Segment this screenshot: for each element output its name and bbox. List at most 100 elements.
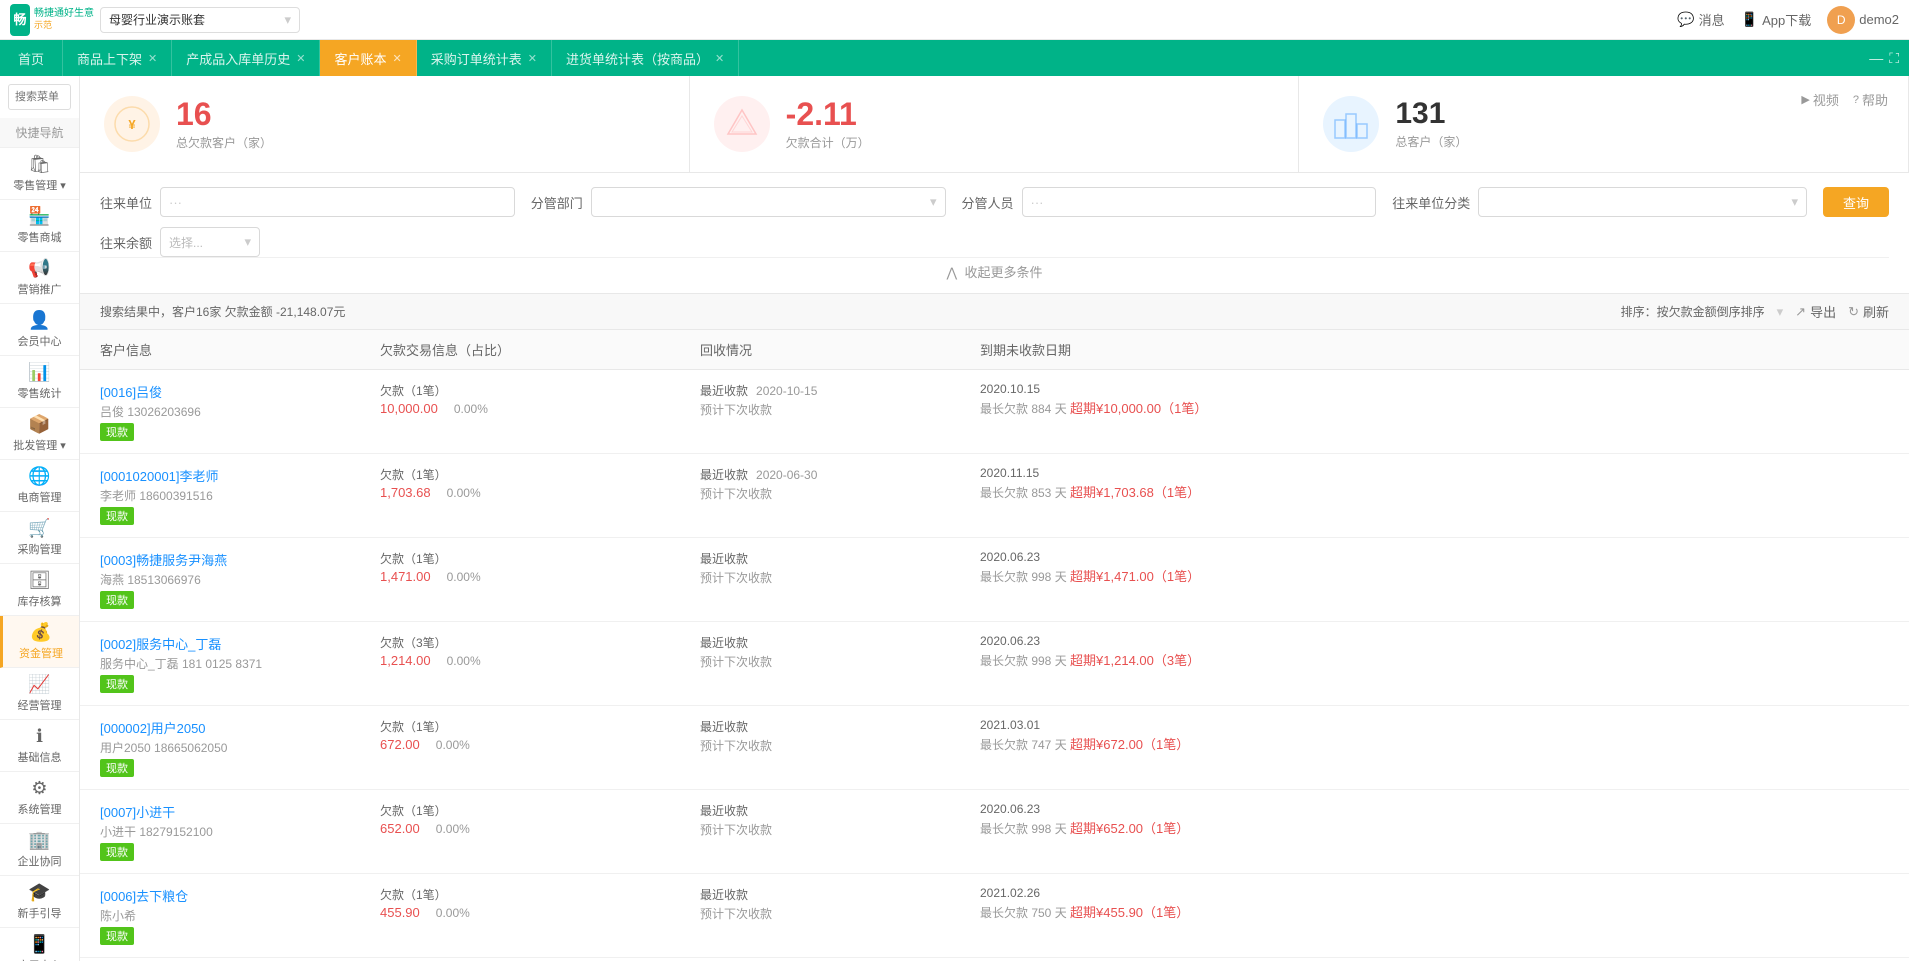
- maximize-icon[interactable]: ⛶: [1889, 50, 1899, 67]
- sidebar-item-enterprise[interactable]: 🏢 企业协同: [0, 824, 79, 876]
- close-tab-customer[interactable]: ✕: [393, 52, 402, 65]
- overdue-link-1[interactable]: 超期¥1,703.68（1笔）: [1070, 485, 1200, 500]
- close-tab-production[interactable]: ✕: [296, 52, 305, 65]
- stat-icon-3: [1323, 96, 1379, 152]
- overdue-link-4[interactable]: 超期¥672.00（1笔）: [1070, 737, 1189, 752]
- overdue-link-3[interactable]: 超期¥1,214.00（3笔）: [1070, 653, 1200, 668]
- dept-select[interactable]: [591, 187, 946, 217]
- sidebar-item-finance[interactable]: 💰 资金管理: [0, 616, 79, 668]
- help-link[interactable]: ? 帮助: [1853, 90, 1888, 109]
- balance-chevron: [244, 234, 251, 250]
- tab-production[interactable]: 产成品入库单历史 ✕: [172, 40, 320, 76]
- search-input[interactable]: [8, 84, 71, 110]
- from-unit-filter: 往来单位 ···: [100, 187, 515, 217]
- video-link[interactable]: ▶ 视频: [1801, 90, 1838, 109]
- sidebar-item-purchase[interactable]: 🛒 采购管理: [0, 512, 79, 564]
- results-bar: 搜索结果中，客户16家 欠款金额 -21,148.07元 排序：按欠款金额倒序排…: [80, 294, 1909, 330]
- tab-customer-account[interactable]: 客户账本 ✕: [320, 40, 416, 76]
- sidebar-item-inventory[interactable]: 🗄 库存核算: [0, 564, 79, 616]
- dept-label: 分管部门: [531, 193, 583, 212]
- client-phone-1: 李老师 18600391516: [100, 487, 380, 504]
- table-header: 客户信息 欠款交易信息（占比） 回收情况 到期未收款日期: [80, 330, 1909, 370]
- client-tag-6: 现款: [100, 927, 134, 945]
- client-name-link-5[interactable]: [0007]小进干: [100, 805, 175, 820]
- client-name-link-3[interactable]: [0002]服务中心_丁磊: [100, 637, 221, 652]
- sidebar-item-basic-info[interactable]: ℹ 基础信息: [0, 720, 79, 772]
- avatar: D: [1827, 6, 1855, 34]
- recovery-info-0: 最近收款 2020-10-15 预计下次收款: [700, 382, 980, 418]
- table-row: [0002]服务中心_丁磊 服务中心_丁磊 181 0125 8371 现款 欠…: [80, 622, 1909, 706]
- sidebar-item-system[interactable]: ⚙ 系统管理: [0, 772, 79, 824]
- overdue-link-2[interactable]: 超期¥1,471.00（1笔）: [1070, 569, 1200, 584]
- refresh-btn[interactable]: ↻ 刷新: [1848, 302, 1889, 321]
- close-tab-purchase[interactable]: ✕: [528, 52, 537, 65]
- ecommerce-icon: 🌐: [28, 466, 50, 487]
- batch-mgmt-icon: 📦: [28, 414, 50, 435]
- sidebar-item-batch-mgmt[interactable]: 📦 批发管理 ▾: [0, 408, 79, 460]
- debt-amount-1: 1,703.68: [380, 485, 431, 500]
- client-tag-2: 现款: [100, 591, 134, 609]
- results-actions: 排序：按欠款金额倒序排序 ↗ 导出 ↻ 刷新: [1621, 302, 1889, 321]
- client-name-link-2[interactable]: [0003]畅捷服务尹海燕: [100, 553, 227, 568]
- client-phone-4: 用户2050 18665062050: [100, 739, 380, 756]
- stat-label-1: 总欠款客户（家）: [176, 134, 272, 151]
- overdue-link-0[interactable]: 超期¥10,000.00（1笔）: [1070, 401, 1207, 416]
- app-download-btn[interactable]: 📱 App下载: [1741, 10, 1812, 29]
- stat-body-1: 16 总欠款客户（家）: [176, 98, 272, 151]
- sidebar-item-retail-store[interactable]: 🏪 零售商城: [0, 200, 79, 252]
- minimize-icon[interactable]: —: [1869, 50, 1883, 66]
- sidebar-item-ops[interactable]: 📈 经营管理: [0, 668, 79, 720]
- basic-info-icon: ℹ: [36, 726, 43, 747]
- search-button[interactable]: 查询: [1823, 187, 1889, 217]
- header-recovery: 回收情况: [700, 340, 980, 359]
- close-tab-goods-stats[interactable]: ✕: [715, 52, 724, 65]
- from-unit-input[interactable]: ···: [160, 187, 515, 217]
- client-name-link-1[interactable]: [0001020001]李老师: [100, 469, 219, 484]
- overdue-link-6[interactable]: 超期¥455.90（1笔）: [1070, 905, 1189, 920]
- sidebar-item-retail-stats[interactable]: 📊 零售统计: [0, 356, 79, 408]
- sidebar-item-ecommerce[interactable]: 🌐 电商管理: [0, 460, 79, 512]
- sidebar-item-app-center[interactable]: 📱 应用中心: [0, 928, 79, 961]
- overdue-link-5[interactable]: 超期¥652.00（1笔）: [1070, 821, 1189, 836]
- header-debt: 欠款交易信息（占比）: [380, 340, 700, 359]
- client-phone-0: 吕俊 13026203696: [100, 403, 380, 420]
- due-info-0: 2020.10.15 最长欠款 884 天 超期¥10,000.00（1笔）: [980, 382, 1889, 417]
- balance-select[interactable]: 选择...: [160, 227, 260, 257]
- person-input[interactable]: ···: [1022, 187, 1377, 217]
- person-label: 分管人员: [962, 193, 1014, 212]
- top-bar: 畅 畅捷通好生意 示范 母婴行业演示账套 ▾ 💬 消息 📱 App下载 D de…: [0, 0, 1909, 40]
- refresh-icon: ↻: [1848, 304, 1859, 320]
- logo-icon: 畅: [10, 4, 30, 36]
- sidebar-item-retail-mgmt[interactable]: 🛍 零售管理 ▾: [0, 148, 79, 200]
- client-info-2: [0003]畅捷服务尹海燕 海燕 18513066976 现款: [100, 550, 380, 609]
- sidebar-item-marketing[interactable]: 📢 营销推广: [0, 252, 79, 304]
- tab-purchase-stats[interactable]: 采购订单统计表 ✕: [417, 40, 552, 76]
- message-icon: 💬: [1677, 11, 1694, 28]
- tab-goods[interactable]: 商品上下架 ✕: [63, 40, 172, 76]
- from-unit-label: 往来单位: [100, 193, 152, 212]
- client-name-link-4[interactable]: [000002]用户2050: [100, 721, 206, 736]
- client-phone-6: 陈小希: [100, 907, 380, 924]
- export-icon: ↗: [1795, 304, 1806, 320]
- table-row: [0016]吕俊 吕俊 13026203696 现款 欠款（1笔） 10,000…: [80, 370, 1909, 454]
- unit-class-select[interactable]: [1478, 187, 1807, 217]
- tab-actions: — ⛶: [1859, 40, 1909, 76]
- collapse-bar[interactable]: ⋀ 收起更多条件: [100, 257, 1889, 285]
- debt-amount-5: 652.00: [380, 821, 420, 836]
- tab-goods-stats[interactable]: 进货单统计表（按商品） ✕: [552, 40, 739, 76]
- company-select[interactable]: 母婴行业演示账套 ▾: [100, 7, 300, 33]
- tab-home[interactable]: 首页: [0, 40, 63, 76]
- sidebar-item-member[interactable]: 👤 会员中心: [0, 304, 79, 356]
- sort-chevron[interactable]: [1777, 304, 1784, 320]
- export-btn[interactable]: ↗ 导出: [1795, 302, 1836, 321]
- client-name-link-6[interactable]: [0006]去下粮仓: [100, 889, 188, 904]
- sidebar-item-guide[interactable]: 🎓 新手引导: [0, 876, 79, 928]
- debt-amount-6: 455.90: [380, 905, 420, 920]
- message-btn[interactable]: 💬 消息: [1677, 10, 1724, 29]
- user-menu[interactable]: D demo2: [1827, 6, 1899, 34]
- client-info-3: [0002]服务中心_丁磊 服务中心_丁磊 181 0125 8371 现款: [100, 634, 380, 693]
- main-content: ¥ 16 总欠款客户（家） -2.11 欠款合计（万）: [80, 76, 1909, 961]
- close-tab-goods[interactable]: ✕: [148, 52, 157, 65]
- client-name-link-0[interactable]: [0016]吕俊: [100, 385, 162, 400]
- debt-info-5: 欠款（1笔） 652.00 0.00%: [380, 802, 700, 836]
